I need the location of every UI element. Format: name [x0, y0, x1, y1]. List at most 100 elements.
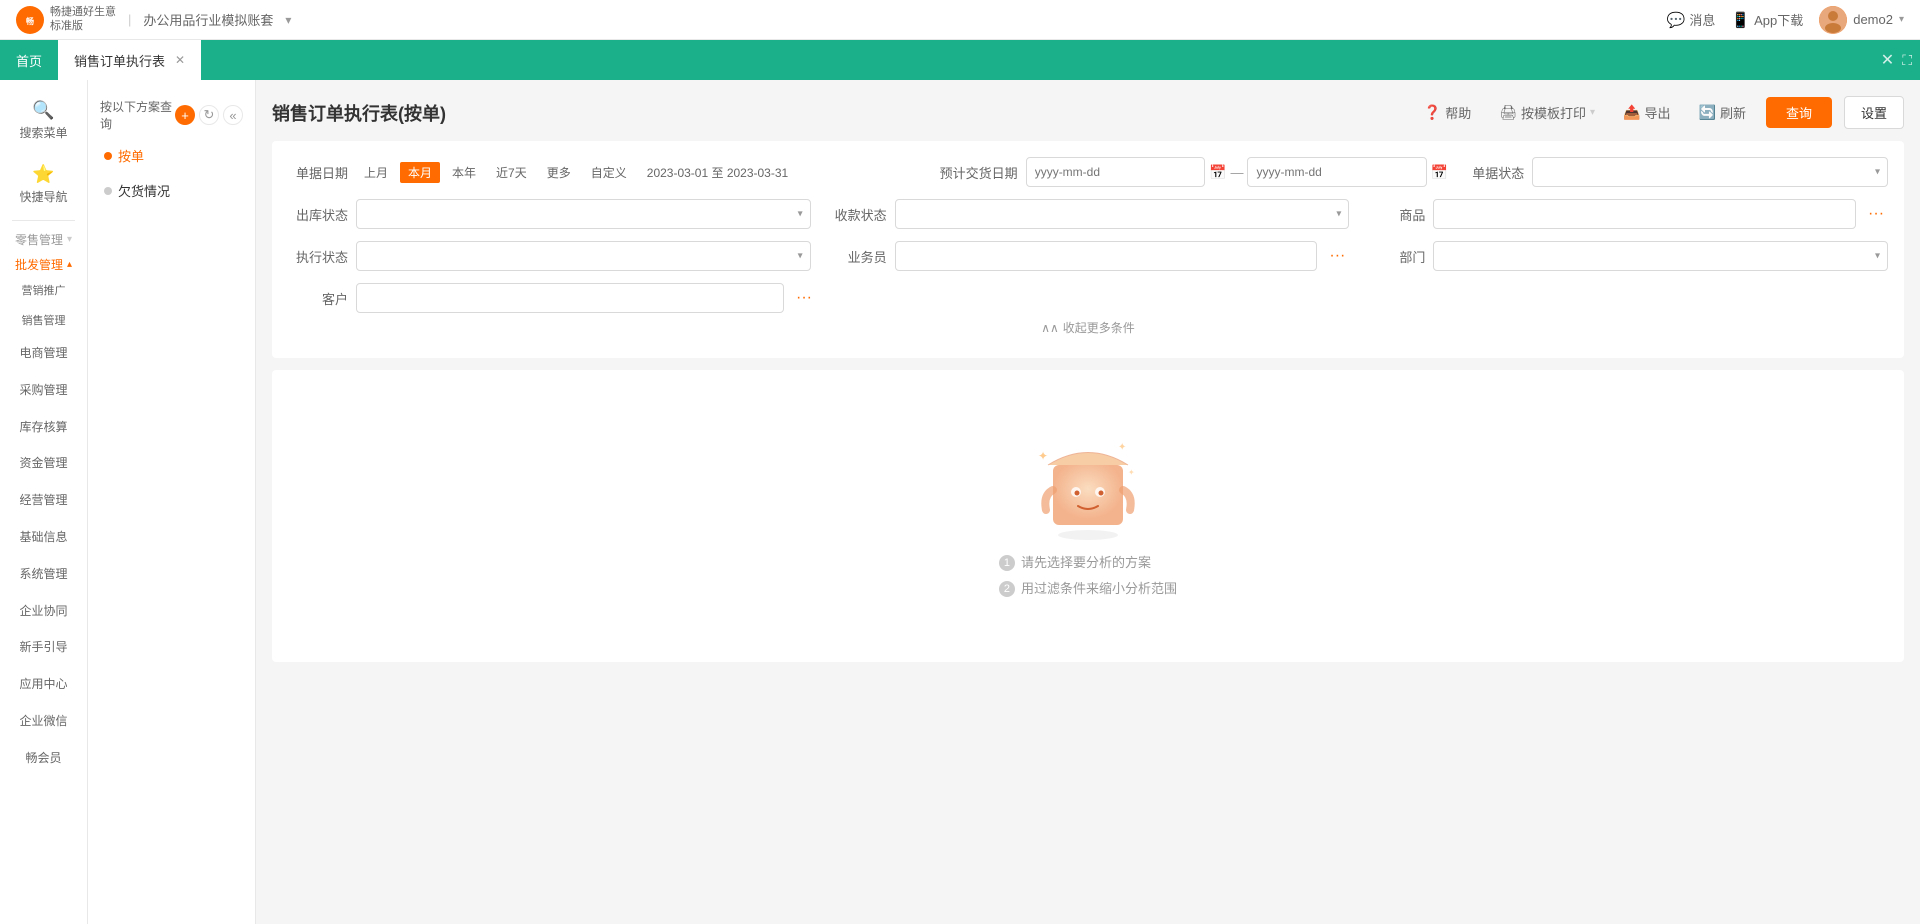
empty-tips: 1 请先选择要分析的方案 2 用过滤条件来缩小分析范围 — [999, 550, 1177, 602]
sidebar-basic[interactable]: 基础信息 — [0, 519, 87, 556]
logo-icon: 畅 — [16, 6, 44, 34]
more-btn[interactable]: 更多 — [539, 162, 579, 183]
sidebar-operations[interactable]: 经营管理 — [0, 482, 87, 519]
seven-days-btn[interactable]: 近7天 — [488, 162, 535, 183]
refresh-icon: 🔄 — [1699, 104, 1716, 121]
prev-month-btn[interactable]: 上月 — [356, 162, 396, 183]
collection-select[interactable] — [895, 199, 1350, 229]
home-label: 首页 — [16, 51, 42, 70]
tab-close-all-icon[interactable]: ✕ — [1881, 50, 1894, 70]
sidebar: 🔍 搜索菜单 ⭐ 快捷导航 零售管理 ▾ 批发管理 ▴ 营销推广 销售管理 — [0, 80, 88, 924]
app-download-btn[interactable]: 📱 App下载 — [1731, 10, 1803, 29]
sidebar-search[interactable]: 🔍 搜索菜单 — [0, 88, 87, 152]
calendar-icon-1[interactable]: 📅 — [1209, 164, 1226, 181]
sidebar-retail[interactable]: 零售管理 ▾ — [0, 225, 87, 250]
user-dropdown-icon: ▾ — [1899, 14, 1904, 25]
year-btn[interactable]: 本年 — [444, 162, 484, 183]
page-title: 销售订单执行表(按单) — [272, 100, 446, 126]
inactive-dot — [104, 187, 112, 195]
refresh-btn[interactable]: 🔄 刷新 — [1691, 99, 1754, 126]
retail-arrow: ▾ — [67, 234, 72, 245]
sidebar-wholesale[interactable]: 批发管理 ▴ — [0, 250, 87, 275]
salesperson-ellipsis[interactable]: ··· — [1325, 247, 1349, 265]
scheme-debt[interactable]: 欠货情况 — [88, 173, 255, 208]
dropdown-icon[interactable]: ▾ — [285, 13, 291, 27]
tab-sales-label: 销售订单执行表 — [74, 51, 165, 70]
print-btn[interactable]: 🖨 按模板打印 ▾ — [1491, 99, 1603, 126]
filter-outbound-group: 出库状态 ▾ — [288, 199, 811, 229]
collapse-panel-btn[interactable]: « — [223, 105, 243, 125]
customer-ellipsis[interactable]: ··· — [792, 289, 816, 307]
department-select[interactable] — [1433, 241, 1888, 271]
tab-bar-right: ✕ ⛶ — [1881, 50, 1920, 70]
active-dot — [104, 152, 112, 160]
sidebar-top: 🔍 搜索菜单 ⭐ 快捷导航 零售管理 ▾ 批发管理 ▴ 营销推广 销售管理 — [0, 80, 87, 785]
empty-tip-1: 1 请先选择要分析的方案 — [999, 550, 1177, 576]
date-separator: — — [1230, 165, 1243, 180]
tab-home[interactable]: 首页 — [0, 40, 58, 80]
product-ellipsis[interactable]: ··· — [1864, 205, 1888, 223]
page-header: 销售订单执行表(按单) ❓ 帮助 🖨 按模板打印 ▾ 📤 导出 — [272, 96, 1904, 129]
tab-close-icon[interactable]: ✕ — [175, 53, 185, 67]
sidebar-purchase[interactable]: 采购管理 — [0, 372, 87, 409]
help-btn[interactable]: ❓ 帮助 — [1416, 99, 1479, 126]
delivery-start-input[interactable] — [1026, 157, 1205, 187]
product-label: 商品 — [1365, 205, 1425, 224]
current-month-btn[interactable]: 本月 — [400, 162, 440, 183]
export-btn[interactable]: 📤 导出 — [1615, 99, 1678, 126]
delivery-label: 预计交货日期 — [940, 163, 1018, 182]
sidebar-inventory[interactable]: 库存核算 — [0, 409, 87, 446]
sidebar-member[interactable]: 畅会员 — [0, 740, 87, 777]
scheme-order[interactable]: 按单 — [88, 138, 255, 173]
customer-label: 客户 — [288, 289, 348, 308]
sidebar-enterprise[interactable]: 企业协同 — [0, 593, 87, 630]
refresh-scheme-btn[interactable]: ↻ — [199, 105, 219, 125]
divider — [12, 220, 75, 221]
sidebar-newbie[interactable]: 新手引导 — [0, 629, 87, 666]
message-btn[interactable]: 💬 消息 — [1667, 10, 1716, 29]
left-panel-header: 按以下方案查询 + ↻ « — [88, 92, 255, 138]
delivery-end-input[interactable] — [1247, 157, 1426, 187]
sidebar-marketing[interactable]: 营销推广 — [0, 275, 87, 305]
salesperson-input[interactable] — [895, 241, 1318, 271]
header-right: 💬 消息 📱 App下载 demo2 ▾ — [1667, 6, 1904, 34]
svg-text:✦: ✦ — [1118, 442, 1126, 453]
filter-salesperson-group: 业务员 ··· — [827, 241, 1350, 271]
settings-btn[interactable]: 设置 — [1844, 96, 1904, 129]
sidebar-shortcut[interactable]: ⭐ 快捷导航 — [0, 152, 87, 216]
sidebar-ecommerce[interactable]: 电商管理 — [0, 335, 87, 372]
sidebar-system[interactable]: 系统管理 — [0, 556, 87, 593]
logo-area: 畅 畅捷通好生意 标准版 — [16, 6, 116, 34]
custom-btn[interactable]: 自定义 — [583, 162, 635, 183]
shortcut-icon: ⭐ — [4, 162, 83, 187]
tab-sales-order[interactable]: 销售订单执行表 ✕ — [58, 40, 201, 80]
message-icon: 💬 — [1667, 11, 1686, 29]
customer-input[interactable] — [356, 283, 784, 313]
product-input[interactable] — [1433, 199, 1856, 229]
sidebar-wechat[interactable]: 企业微信 — [0, 703, 87, 740]
salesperson-label: 业务员 — [827, 247, 887, 266]
svg-text:畅: 畅 — [26, 16, 34, 26]
add-scheme-btn[interactable]: + — [175, 105, 195, 125]
tab-expand-icon[interactable]: ⛶ — [1902, 52, 1912, 69]
body-layout: 🔍 搜索菜单 ⭐ 快捷导航 零售管理 ▾ 批发管理 ▴ 营销推广 销售管理 — [0, 80, 1920, 924]
filter-row-2: 出库状态 ▾ 收款状态 — [288, 199, 1888, 229]
filter-panel: 单据日期 上月 本月 本年 近7天 更多 自定义 2023-03-01 至 20… — [272, 141, 1904, 358]
outbound-select[interactable] — [356, 199, 811, 229]
filter-department-group: 部门 ▾ — [1365, 241, 1888, 271]
calendar-icon-2[interactable]: 📅 — [1431, 164, 1448, 181]
doc-status-select[interactable] — [1532, 157, 1888, 187]
sidebar-appstore[interactable]: 应用中心 — [0, 666, 87, 703]
collapse-filter-btn[interactable]: ∧∧ 收起更多条件 — [288, 313, 1888, 342]
print-icon: 🖨 — [1499, 104, 1517, 121]
execution-select[interactable] — [356, 241, 811, 271]
sidebar-sales[interactable]: 销售管理 — [0, 305, 87, 335]
outbound-label: 出库状态 — [288, 205, 348, 224]
sidebar-finance[interactable]: 资金管理 — [0, 445, 87, 482]
user-menu[interactable]: demo2 ▾ — [1819, 6, 1904, 34]
collapse-icon: ∧∧ — [1041, 321, 1059, 335]
query-btn[interactable]: 查询 — [1766, 97, 1832, 128]
wholesale-arrow: ▴ — [67, 259, 72, 270]
filter-customer-group: 客户 ··· — [288, 283, 816, 313]
doc-status-select-wrapper: ▾ — [1532, 157, 1888, 187]
